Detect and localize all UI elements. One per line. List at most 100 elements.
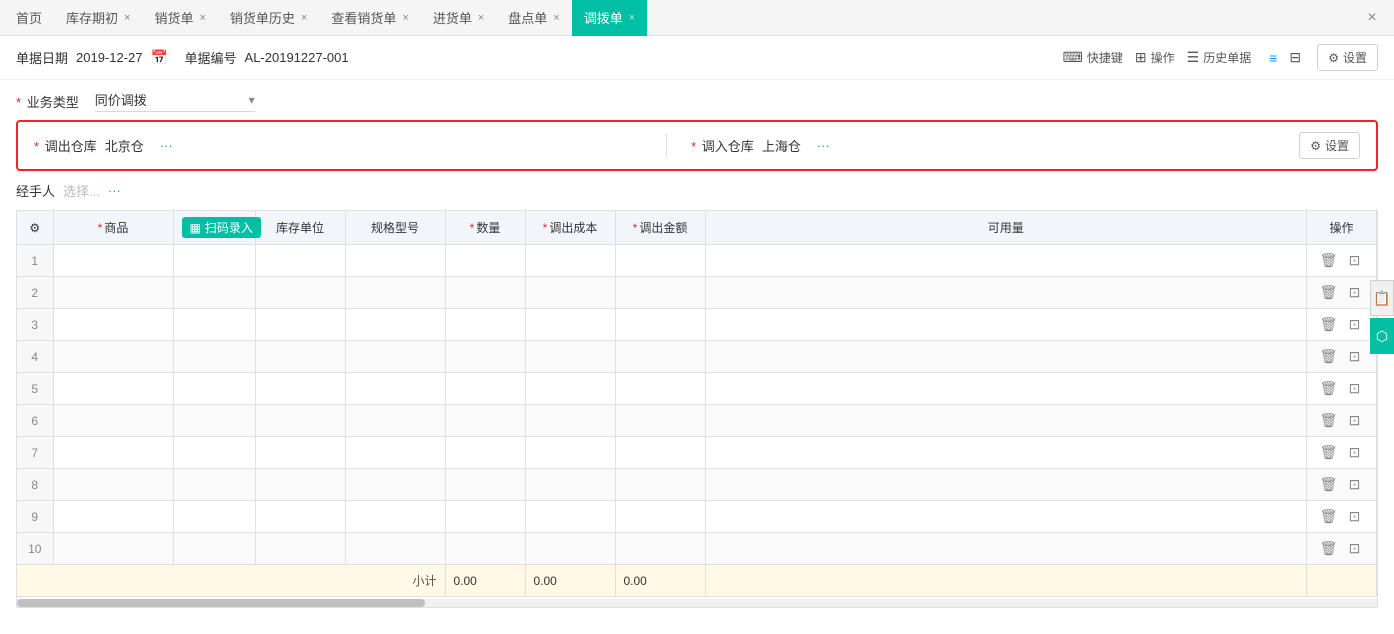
table-row: 6 🗑 ⊡ — [17, 405, 1377, 437]
row-goods[interactable] — [53, 341, 173, 373]
row-goods[interactable] — [53, 277, 173, 309]
tab-inventory-init[interactable]: 库存期初 × — [54, 0, 142, 36]
row-qty[interactable] — [445, 469, 525, 501]
row-copy-icon[interactable]: ⊡ — [1345, 315, 1365, 335]
row-cost[interactable] — [525, 437, 615, 469]
tab-stocktake-close[interactable]: × — [553, 12, 559, 24]
tab-purchase-order-label: 进货单 — [433, 8, 472, 27]
settings-button[interactable]: ⚙ 设置 — [1317, 44, 1378, 71]
row-cost[interactable] — [525, 245, 615, 277]
row-cost[interactable] — [525, 533, 615, 565]
row-cost[interactable] — [525, 405, 615, 437]
row-delete-icon[interactable]: 🗑 — [1319, 347, 1339, 367]
operations-button[interactable]: ⊞ 操作 — [1135, 49, 1175, 66]
row-delete-icon[interactable]: 🗑 — [1319, 411, 1339, 431]
row-qty[interactable] — [445, 309, 525, 341]
history-button[interactable]: ☰ 历史单据 — [1187, 49, 1252, 66]
row-goods[interactable] — [53, 405, 173, 437]
row-delete-icon[interactable]: 🗑 — [1319, 315, 1339, 335]
row-copy-icon[interactable]: ⊡ — [1345, 475, 1365, 495]
row-copy-icon[interactable]: ⊡ — [1345, 539, 1365, 559]
list-view-1-icon[interactable]: ≡ — [1263, 48, 1283, 68]
col-ops-header: 操作 — [1307, 211, 1377, 245]
row-avail — [705, 373, 1307, 405]
row-goods[interactable] — [53, 533, 173, 565]
warehouse-in-more-icon[interactable]: ··· — [817, 138, 830, 153]
list-view-2-icon[interactable]: ⊟ — [1285, 48, 1305, 68]
tab-purchase-order-close[interactable]: × — [478, 12, 484, 24]
tab-view-sales-close[interactable]: × — [402, 12, 408, 24]
tab-transfer-close[interactable]: × — [629, 12, 635, 24]
row-copy-icon[interactable]: ⊡ — [1345, 251, 1365, 271]
handler-placeholder[interactable]: 选择... — [63, 181, 100, 200]
tab-sales-order-close[interactable]: × — [199, 12, 205, 24]
row-cost[interactable] — [525, 469, 615, 501]
table-row: 8 🗑 ⊡ — [17, 469, 1377, 501]
handler-more-icon[interactable]: ··· — [108, 183, 121, 198]
row-delete-icon[interactable]: 🗑 — [1319, 539, 1339, 559]
row-goods[interactable] — [53, 501, 173, 533]
row-qty[interactable] — [445, 341, 525, 373]
col-settings-header[interactable]: ⚙ — [17, 211, 53, 245]
row-goods[interactable] — [53, 437, 173, 469]
side-doc-button[interactable]: 📋 — [1370, 280, 1394, 316]
row-qty[interactable] — [445, 405, 525, 437]
row-qty[interactable] — [445, 533, 525, 565]
row-delete-icon[interactable]: 🗑 — [1319, 251, 1339, 271]
tab-transfer-label: 调拨单 — [584, 8, 623, 27]
bottom-scrollbar[interactable] — [17, 599, 1377, 607]
row-delete-icon[interactable]: 🗑 — [1319, 507, 1339, 527]
row-qty[interactable] — [445, 373, 525, 405]
side-expand-button[interactable]: ⬡ — [1370, 318, 1394, 354]
number-label: 单据编号 — [185, 48, 237, 67]
row-amount — [615, 277, 705, 309]
row-cost[interactable] — [525, 341, 615, 373]
row-copy-icon[interactable]: ⊡ — [1345, 411, 1365, 431]
row-qty[interactable] — [445, 437, 525, 469]
scrollbar-thumb — [17, 599, 425, 607]
row-goods[interactable] — [53, 373, 173, 405]
tab-stocktake[interactable]: 盘点单 × — [496, 0, 571, 36]
row-copy-icon[interactable]: ⊡ — [1345, 443, 1365, 463]
row-qty[interactable] — [445, 501, 525, 533]
tab-view-sales[interactable]: 查看销货单 × — [319, 0, 420, 36]
row-qty[interactable] — [445, 245, 525, 277]
row-copy-icon[interactable]: ⊡ — [1345, 507, 1365, 527]
row-delete-icon[interactable]: 🗑 — [1319, 283, 1339, 303]
scan-button[interactable]: ▦ 扫码录入 — [182, 217, 261, 238]
row-goods[interactable] — [53, 469, 173, 501]
row-cost[interactable] — [525, 309, 615, 341]
warehouse-out-more-icon[interactable]: ··· — [160, 138, 173, 153]
row-type — [345, 277, 445, 309]
row-goods[interactable] — [53, 309, 173, 341]
row-copy-icon[interactable]: ⊡ — [1345, 283, 1365, 303]
tab-sales-history-close[interactable]: × — [301, 12, 307, 24]
shortcuts-button[interactable]: ⌨ 快捷键 — [1063, 49, 1123, 66]
row-cost[interactable] — [525, 277, 615, 309]
row-delete-icon[interactable]: 🗑 — [1319, 475, 1339, 495]
tab-home[interactable]: 首页 — [4, 0, 54, 36]
row-type — [345, 341, 445, 373]
row-goods[interactable] — [53, 245, 173, 277]
row-cost[interactable] — [525, 373, 615, 405]
calendar-icon[interactable]: 📅 — [151, 49, 169, 67]
row-unit — [173, 469, 255, 501]
warehouse-settings-button[interactable]: ⚙ 设置 — [1299, 132, 1360, 159]
row-cost[interactable] — [525, 501, 615, 533]
tab-sales-order[interactable]: 销货单 × — [142, 0, 217, 36]
tab-purchase-order[interactable]: 进货单 × — [421, 0, 496, 36]
row-copy-icon[interactable]: ⊡ — [1345, 347, 1365, 367]
tab-inventory-init-close[interactable]: × — [124, 12, 130, 24]
window-close-button[interactable]: × — [1354, 0, 1390, 36]
business-type-select[interactable]: 同价调拨 ▾ — [95, 90, 255, 112]
tab-sales-history[interactable]: 销货单历史 × — [218, 0, 319, 36]
business-type-required-star: * — [16, 95, 21, 110]
row-delete-icon[interactable]: 🗑 — [1319, 443, 1339, 463]
tab-transfer[interactable]: 调拨单 × — [572, 0, 647, 36]
row-qty[interactable] — [445, 277, 525, 309]
col-goods-header: *商品 — [53, 211, 173, 245]
row-copy-icon[interactable]: ⊡ — [1345, 379, 1365, 399]
row-delete-icon[interactable]: 🗑 — [1319, 379, 1339, 399]
row-avail — [705, 405, 1307, 437]
business-type-dropdown-icon[interactable]: ▾ — [249, 93, 255, 107]
